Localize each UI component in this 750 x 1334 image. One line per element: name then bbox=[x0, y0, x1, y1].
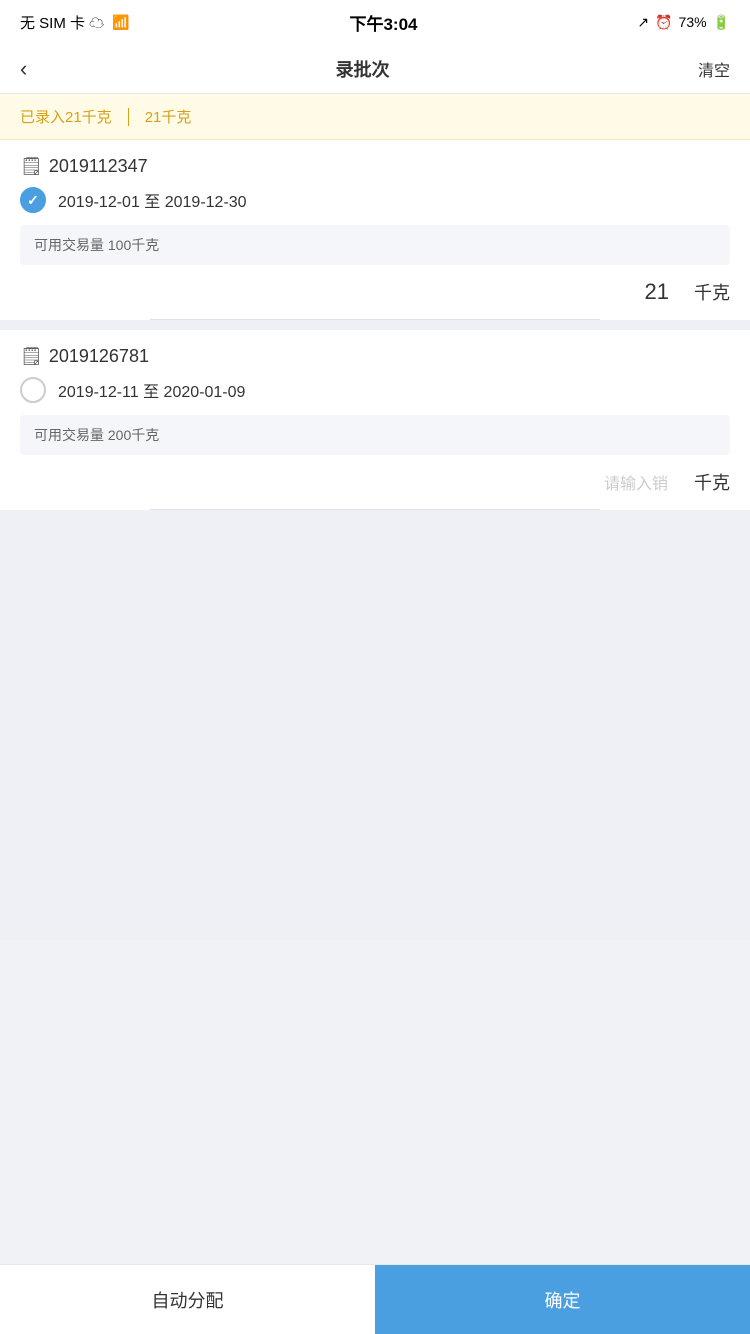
available-box-2: 可用交易量 200千克 bbox=[20, 415, 730, 455]
batch-date-row-2: 2019-12-11 至 2020-01-09 bbox=[20, 377, 730, 403]
empty-area bbox=[0, 510, 750, 940]
radio-1[interactable] bbox=[20, 187, 46, 213]
confirm-label: 确定 bbox=[545, 1287, 581, 1313]
clear-button[interactable]: 清空 bbox=[698, 57, 730, 81]
auto-distribute-button[interactable]: 自动分配 bbox=[0, 1265, 375, 1334]
status-left: 无 SIM 卡 ☁ 📶 bbox=[20, 12, 130, 33]
batch-id-row-2: 🗒 2019126781 bbox=[20, 346, 730, 367]
recorded-label: 已录入21千克 bbox=[20, 106, 112, 127]
batch-icon-2: 🗒 bbox=[20, 346, 43, 367]
batch-item-1: 🗒 2019112347 2019-12-01 至 2019-12-30 可用交… bbox=[0, 140, 750, 265]
status-right: ↗ ⏰ 73% 🔋 bbox=[637, 14, 730, 31]
quantity-input-1[interactable] bbox=[604, 279, 684, 305]
available-text-2: 可用交易量 200千克 bbox=[34, 427, 159, 443]
auto-distribute-label: 自动分配 bbox=[152, 1287, 224, 1313]
back-button[interactable]: ‹ bbox=[20, 56, 27, 82]
available-box-1: 可用交易量 100千克 bbox=[20, 225, 730, 265]
confirm-button[interactable]: 确定 bbox=[375, 1265, 750, 1334]
info-banner: 已录入21千克 21千克 bbox=[0, 94, 750, 140]
batch-date-1: 2019-12-01 至 2019-12-30 bbox=[58, 188, 247, 212]
unit-label-1: 千克 bbox=[694, 279, 730, 305]
radio-2[interactable] bbox=[20, 377, 46, 403]
batch-item-2: 🗒 2019126781 2019-12-11 至 2020-01-09 可用交… bbox=[0, 330, 750, 455]
batch-date-row-1: 2019-12-01 至 2019-12-30 bbox=[20, 187, 730, 213]
status-time: 下午3:04 bbox=[349, 10, 417, 35]
batch-id-1: 2019112347 bbox=[49, 156, 148, 177]
footer: 自动分配 确定 bbox=[0, 1264, 750, 1334]
page-title: 录批次 bbox=[336, 56, 390, 82]
unit-label-2: 千克 bbox=[694, 469, 730, 495]
wifi-icon: 📶 bbox=[112, 14, 129, 31]
batch-id-row-1: 🗒 2019112347 bbox=[20, 156, 730, 177]
banner-divider bbox=[128, 108, 129, 126]
quantity-input-2[interactable] bbox=[604, 469, 684, 495]
batch-id-2: 2019126781 bbox=[49, 346, 149, 367]
section-separator bbox=[0, 320, 750, 330]
content-area: 🗒 2019112347 2019-12-01 至 2019-12-30 可用交… bbox=[0, 140, 750, 940]
available-text-1: 可用交易量 100千克 bbox=[34, 237, 159, 253]
quantity-row-1: 千克 bbox=[0, 265, 750, 319]
alarm-icon: ⏰ bbox=[655, 14, 672, 31]
recorded-value: 21千克 bbox=[145, 106, 192, 127]
nav-bar: ‹ 录批次 清空 bbox=[0, 44, 750, 94]
sim-label: 无 SIM 卡 ☁ bbox=[20, 12, 104, 33]
status-bar: 无 SIM 卡 ☁ 📶 下午3:04 ↗ ⏰ 73% 🔋 bbox=[0, 0, 750, 44]
batch-date-2: 2019-12-11 至 2020-01-09 bbox=[58, 378, 245, 402]
battery-label: 73% bbox=[679, 14, 707, 30]
batch-icon-1: 🗒 bbox=[20, 156, 43, 177]
battery-icon: 🔋 bbox=[713, 14, 730, 31]
location-icon: ↗ bbox=[637, 14, 649, 31]
quantity-row-2: 千克 bbox=[0, 455, 750, 509]
